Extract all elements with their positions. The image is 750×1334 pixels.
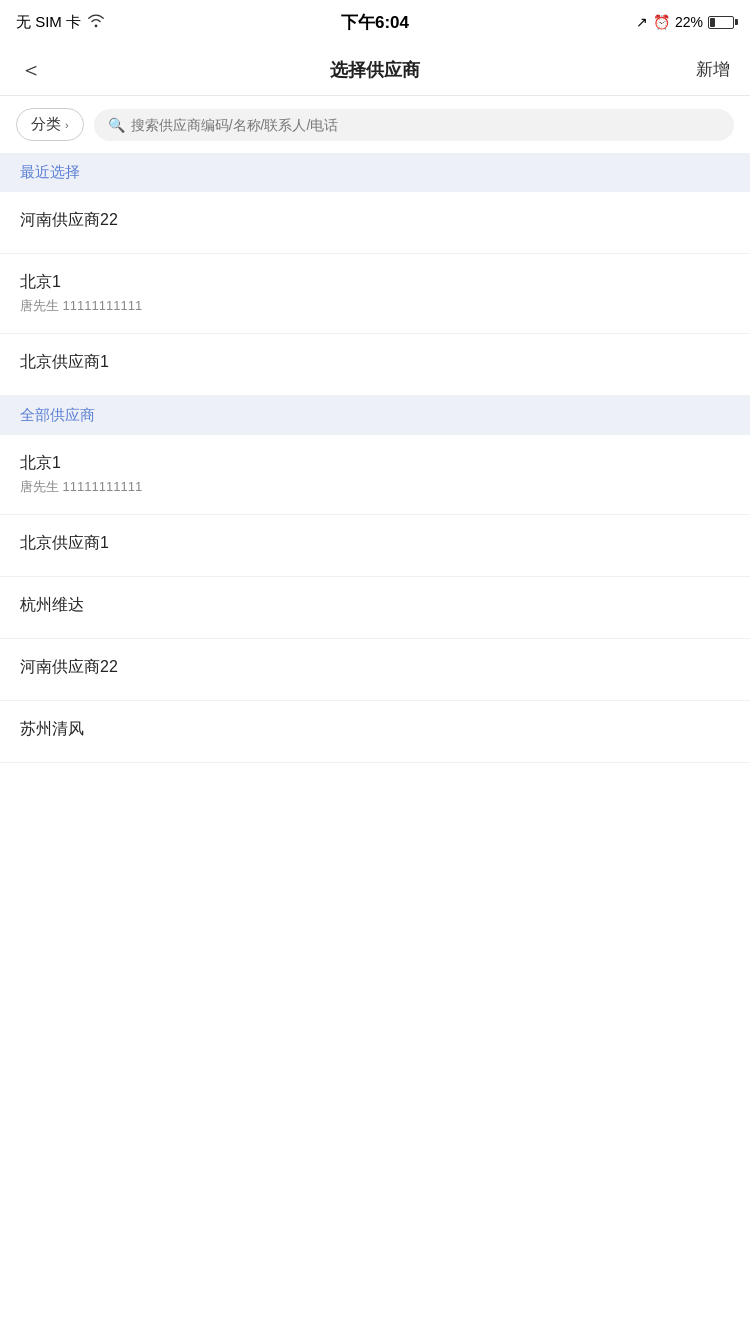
nav-bar: ＜ 选择供应商 新增 [0,44,750,96]
chevron-right-icon: › [65,119,69,131]
item-name: 杭州维达 [20,595,730,616]
sim-status: 无 SIM 卡 [16,13,81,32]
battery-icon [708,16,734,29]
list-item[interactable]: 杭州维达 [0,577,750,639]
search-input[interactable] [131,117,720,133]
all-list: 北京1 唐先生 11111111111 北京供应商1 杭州维达河南供应商22 苏州清风 [0,435,750,763]
all-section-header: 全部供应商 [0,396,750,435]
category-label: 分类 [31,115,61,134]
battery-percent: 22% [675,14,703,30]
status-right: ↗ ⏰ 22% [636,14,734,30]
list-item[interactable]: 北京1 唐先生 11111111111 [0,435,750,515]
search-icon: 🔍 [108,117,125,133]
page-title: 选择供应商 [330,58,420,82]
item-name: 北京1 [20,453,730,474]
recent-list: 河南供应商22 北京1 唐先生 11111111111 北京供应商1 [0,192,750,396]
search-box[interactable]: 🔍 [94,109,734,141]
status-time: 下午6:04 [341,11,409,34]
alarm-icon: ⏰ [653,14,670,30]
status-left: 无 SIM 卡 [16,13,105,32]
list-item[interactable]: 河南供应商22 [0,192,750,254]
category-filter[interactable]: 分类 › [16,108,84,141]
item-name: 河南供应商22 [20,210,730,231]
list-item[interactable]: 苏州清风 [0,701,750,763]
filter-bar: 分类 › 🔍 [0,96,750,153]
item-name: 北京供应商1 [20,352,730,373]
recent-section-header: 最近选择 [0,153,750,192]
wifi-icon [87,14,105,31]
location-icon: ↗ [636,14,648,30]
list-item[interactable]: 河南供应商22 [0,639,750,701]
list-item[interactable]: 北京供应商1 [0,334,750,396]
new-button[interactable]: 新增 [696,58,730,81]
item-detail: 唐先生 11111111111 [20,297,730,315]
status-bar: 无 SIM 卡 下午6:04 ↗ ⏰ 22% [0,0,750,44]
list-item[interactable]: 北京供应商1 [0,515,750,577]
list-item[interactable]: 北京1 唐先生 11111111111 [0,254,750,334]
item-name: 河南供应商22 [20,657,730,678]
item-detail: 唐先生 11111111111 [20,478,730,496]
item-name: 北京1 [20,272,730,293]
item-name: 北京供应商1 [20,533,730,554]
back-button[interactable]: ＜ [20,55,60,85]
item-name: 苏州清风 [20,719,730,740]
